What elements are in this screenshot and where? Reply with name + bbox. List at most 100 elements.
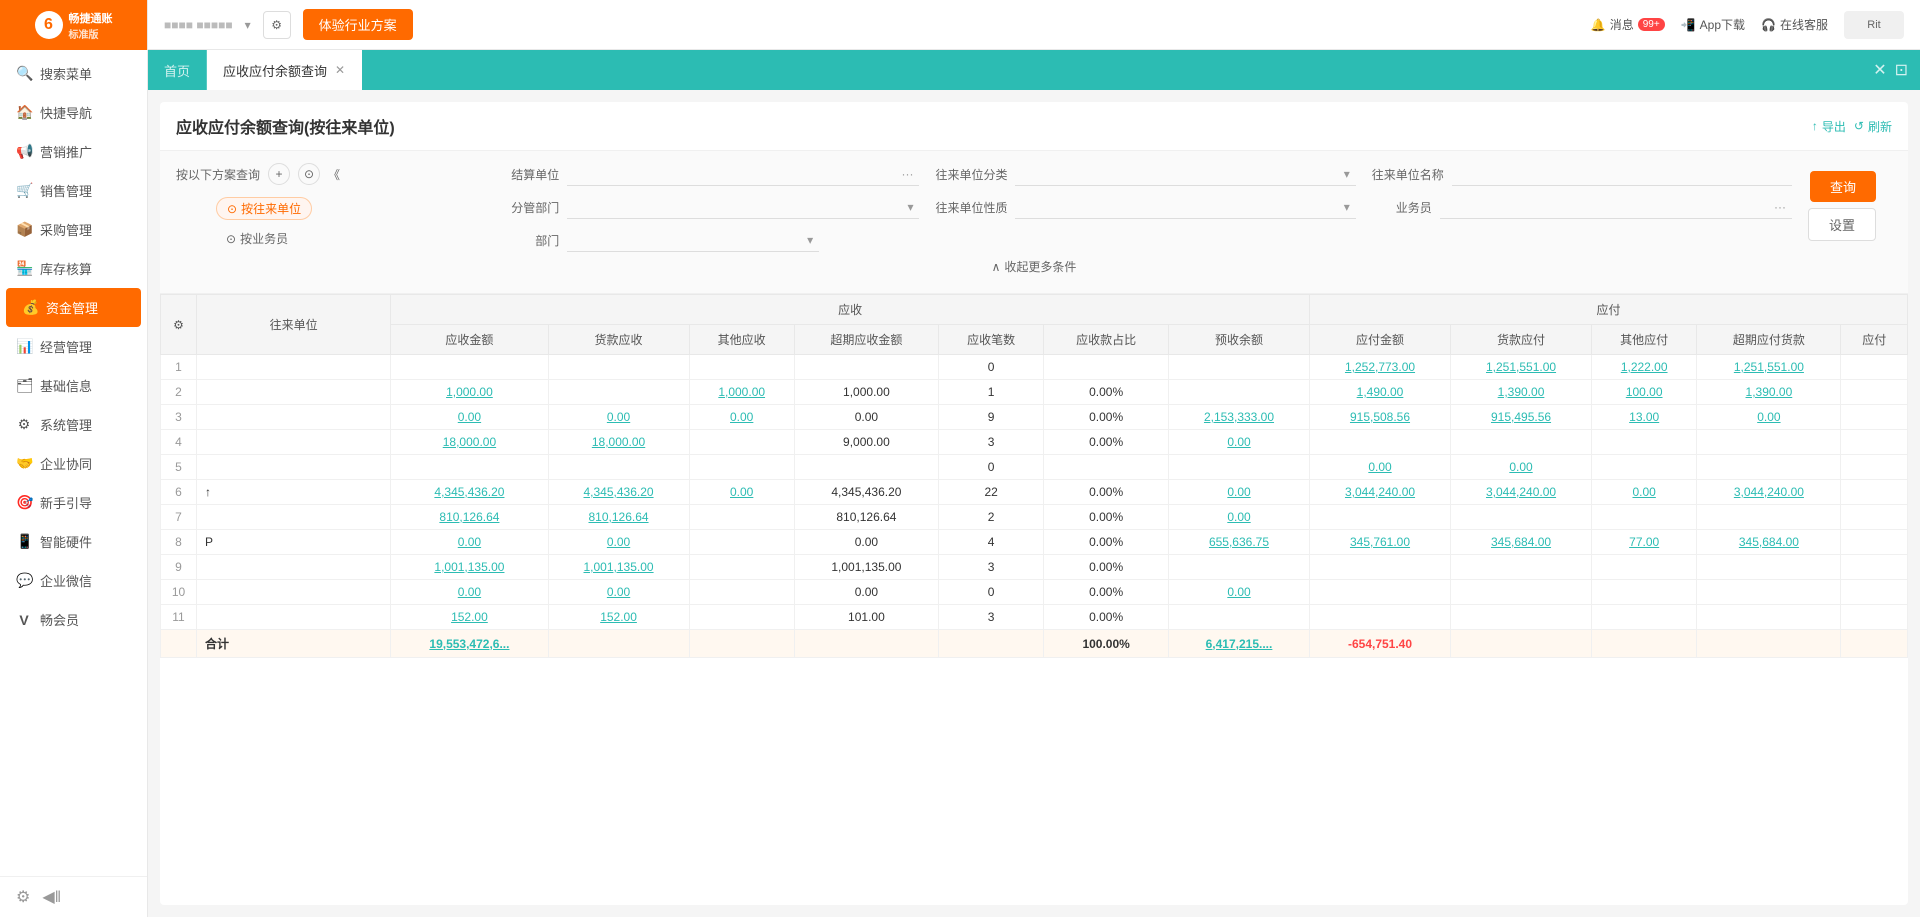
cell-ap-other[interactable]: 0.00 [1592,480,1697,505]
filter-select-sub-dept[interactable]: ▾ [567,229,819,252]
cell-ap-other[interactable]: 1,222.00 [1592,355,1697,380]
cell-ap-overdue[interactable]: 1,251,551.00 [1697,355,1841,380]
filter-scheme-staff[interactable]: ⊙ 按业务员 [216,228,499,249]
tab-home[interactable]: 首页 [148,50,207,90]
tab-close-icon[interactable]: ✕ [335,63,345,77]
notification-button[interactable]: 🔔 消息 99+ [1591,16,1665,33]
query-button[interactable]: 查询 [1810,171,1876,202]
cell-ar-goods[interactable]: 0.00 [548,580,689,605]
tab-ar-ap[interactable]: 应收应付余额查询 ✕ [207,50,362,90]
cell-ap-goods[interactable]: 915,495.56 [1451,405,1592,430]
cell-ar-prepay[interactable]: 0.00 [1168,430,1309,455]
user-avatar[interactable]: Rit [1844,11,1904,39]
cell-ap-other[interactable]: 77.00 [1592,530,1697,555]
cell-ar-amount[interactable]: 0.00 [391,530,548,555]
cell-ap-goods[interactable]: 1,390.00 [1451,380,1592,405]
cell-ar-prepay[interactable]: 0.00 [1168,505,1309,530]
sidebar-item-hardware[interactable]: 📱 智能硬件 [0,522,147,561]
tab-maximize-icon[interactable]: ⊡ [1895,60,1908,80]
cell-ar-prepay[interactable]: 0.00 [1168,480,1309,505]
header-dropdown-icon[interactable]: ▾ [245,18,251,32]
cell-ar-goods[interactable]: 152.00 [548,605,689,630]
header-settings-button[interactable]: ⚙ [263,11,291,39]
cell-ar-prepay[interactable]: 655,636.75 [1168,530,1309,555]
cell-ap-overdue[interactable]: 3,044,240.00 [1697,480,1841,505]
filter-select-unit-type[interactable]: ▾ [1015,196,1355,219]
cell-ar-prepay[interactable]: 0.00 [1168,580,1309,605]
cell-ar-amount[interactable]: 0.00 [391,405,548,430]
cell-ar-amount[interactable]: 0.00 [391,580,548,605]
sidebar-item-inventory[interactable]: 🏪 库存核算 [0,249,147,288]
filter-collapse-button[interactable]: 《 [328,166,340,183]
cell-ar-goods[interactable]: 0.00 [548,405,689,430]
filter-select-unit-class[interactable]: ▾ [1015,163,1355,186]
sidebar-item-guide[interactable]: 🎯 新手引导 [0,483,147,522]
cell-ar-goods[interactable]: 18,000.00 [548,430,689,455]
cell-ar-amount[interactable]: 810,126.64 [391,505,548,530]
filter-add-button[interactable]: + [268,163,290,185]
sidebar-item-marketing[interactable]: 📢 营销推广 [0,132,147,171]
filter-input-staff[interactable]: ··· [1440,196,1792,219]
filter-select-dept[interactable]: ▾ [567,196,919,219]
cell-ar-amount[interactable]: 1,000.00 [391,380,548,405]
cell-ar-prepay[interactable]: 2,153,333.00 [1168,405,1309,430]
cell-ar-other[interactable]: 1,000.00 [689,380,794,405]
cell-ar-amount[interactable]: 18,000.00 [391,430,548,455]
footer-ar-prepay-total[interactable]: 6,417,215.... [1168,630,1309,658]
tab-close-all-icon[interactable]: ✕ [1873,60,1886,80]
filter-input-settlement[interactable]: ··· [567,163,919,186]
sidebar-item-nav[interactable]: 🏠 快捷导航 [0,93,147,132]
cell-ap-overdue[interactable]: 345,684.00 [1697,530,1841,555]
cell-ar-other[interactable]: 0.00 [689,480,794,505]
setting-button[interactable]: 设置 [1808,208,1876,241]
filter-input-unit-name[interactable] [1452,163,1792,186]
cell-ap-goods[interactable]: 345,684.00 [1451,530,1592,555]
cell-ap-other[interactable]: 13.00 [1592,405,1697,430]
customer-service-button[interactable]: 🎧 在线客服 [1761,16,1828,33]
cell-ap-goods[interactable]: 3,044,240.00 [1451,480,1592,505]
settlement-dots-icon[interactable]: ··· [901,167,913,181]
cell-ar-goods[interactable]: 810,126.64 [548,505,689,530]
collapse-more-button[interactable]: ∧ 收起更多条件 [176,252,1892,281]
sidebar-item-collab[interactable]: 🤝 企业协同 [0,444,147,483]
cell-ar-goods[interactable]: 0.00 [548,530,689,555]
sidebar-item-finance[interactable]: 💰 资金管理 [6,288,141,327]
refresh-button[interactable]: ↺ 刷新 [1854,118,1892,135]
cell-ar-amount[interactable]: 152.00 [391,605,548,630]
cell-ap-overdue[interactable]: 0.00 [1697,405,1841,430]
cell-ap-goods[interactable]: 0.00 [1451,455,1592,480]
cell-ap-other[interactable]: 100.00 [1592,380,1697,405]
cell-ap-amount[interactable]: 915,508.56 [1310,405,1451,430]
cell-ap-goods[interactable]: 1,251,551.00 [1451,355,1592,380]
cell-ap-amount[interactable]: 0.00 [1310,455,1451,480]
sidebar-item-base-info[interactable]: 🗂 基础信息 [0,366,147,405]
staff-dots-icon[interactable]: ··· [1774,200,1786,214]
sidebar-item-system[interactable]: ⚙ 系统管理 [0,405,147,444]
cell-ap-amount[interactable]: 3,044,240.00 [1310,480,1451,505]
col-settings[interactable]: ⚙ [161,295,197,355]
filter-scheme-unit-tag[interactable]: ⊙ 按往来单位 [216,197,312,220]
sidebar-item-purchase[interactable]: 📦 采购管理 [0,210,147,249]
settings-footer-icon[interactable]: ⚙ [16,887,30,907]
export-button[interactable]: ↑ 导出 [1812,118,1846,135]
table-settings-icon[interactable]: ⚙ [173,318,184,332]
filter-scheme-button[interactable]: ⊙ [298,163,320,185]
solution-button[interactable]: 体验行业方案 [303,9,413,40]
cell-ar-goods[interactable]: 1,001,135.00 [548,555,689,580]
app-download-button[interactable]: 📲 App下载 [1681,16,1745,33]
cell-ap-overdue[interactable]: 1,390.00 [1697,380,1841,405]
cell-ar-goods[interactable]: 4,345,436.20 [548,480,689,505]
sidebar-item-member[interactable]: V 畅会员 [0,600,147,639]
cell-ap-amount[interactable]: 345,761.00 [1310,530,1451,555]
sidebar-item-search[interactable]: 🔍 搜索菜单 [0,54,147,93]
sidebar-item-operations[interactable]: 📊 经营管理 [0,327,147,366]
footer-ar-total[interactable]: 19,553,472,6... [391,630,548,658]
cell-ar-other[interactable]: 0.00 [689,405,794,430]
sidebar-item-wechat[interactable]: 💬 企业微信 [0,561,147,600]
cell-ar-amount[interactable]: 4,345,436.20 [391,480,548,505]
cell-ap-amount[interactable]: 1,490.00 [1310,380,1451,405]
collapse-footer-icon[interactable]: ◀‖ [42,887,61,907]
cell-ar-amount[interactable]: 1,001,135.00 [391,555,548,580]
cell-ap-amount[interactable]: 1,252,773.00 [1310,355,1451,380]
sidebar-item-sales[interactable]: 🛒 销售管理 [0,171,147,210]
